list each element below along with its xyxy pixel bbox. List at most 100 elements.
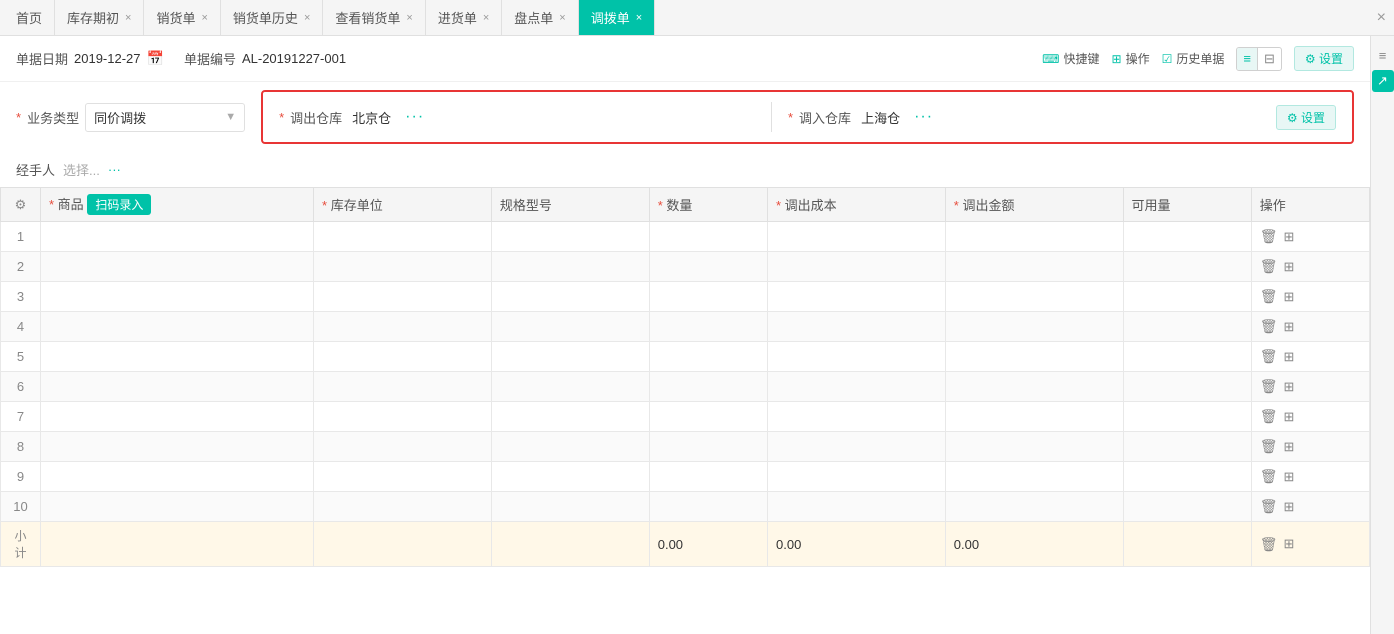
tab-bar: 首页 库存期初 × 销货单 × 销货单历史 × 查看销货单 × 进货单 × 盘点… xyxy=(0,0,1394,36)
table-row: 1 🗑 ⊞ xyxy=(1,222,1370,252)
copy-row-button-9[interactable]: ⊞ xyxy=(1283,469,1294,485)
scan-button[interactable]: 扫码录入 xyxy=(87,194,151,215)
warehouse-settings-gear-icon: ⚙ xyxy=(1287,111,1298,125)
tab-close-purchase[interactable]: × xyxy=(483,12,489,24)
goods-label: 商品 xyxy=(58,197,84,212)
tab-close-sales-history[interactable]: × xyxy=(304,12,310,24)
operation-label: 操作 xyxy=(1260,198,1286,213)
delete-row-button-5[interactable]: 🗑 xyxy=(1260,348,1278,365)
shortcuts-button[interactable]: ⌨ 快捷键 xyxy=(1042,50,1099,67)
copy-row-button-5[interactable]: ⊞ xyxy=(1283,349,1294,365)
copy-row-button-8[interactable]: ⊞ xyxy=(1283,439,1294,455)
tab-inventory-init[interactable]: 库存期初 × xyxy=(55,0,144,35)
operation-cell-9: 🗑 ⊞ xyxy=(1251,462,1369,492)
right-sidebar: ≡ ↗ xyxy=(1370,36,1394,634)
goods-cell-6[interactable] xyxy=(41,372,314,402)
unit-cell-4 xyxy=(314,312,492,342)
delete-row-button-2[interactable]: 🗑 xyxy=(1260,258,1278,275)
tab-inventory-check[interactable]: 盘点单 × xyxy=(502,0,578,35)
tab-sales-order[interactable]: 销货单 × xyxy=(144,0,220,35)
out-warehouse-more-button[interactable]: ··· xyxy=(405,108,424,126)
row-num-1: 1 xyxy=(1,222,41,252)
amount-cell-10 xyxy=(945,492,1123,522)
list-view-icon[interactable]: ≡ xyxy=(1237,48,1258,70)
copy-row-button-1[interactable]: ⊞ xyxy=(1283,229,1294,245)
operation-cell-8: 🗑 ⊞ xyxy=(1251,432,1369,462)
copy-row-button-4[interactable]: ⊞ xyxy=(1283,319,1294,335)
content-wrapper: 单据日期 2019-12-27 📅 单据编号 AL-20191227-001 ⌨… xyxy=(0,36,1370,634)
delete-row-button-10[interactable]: 🗑 xyxy=(1260,498,1278,515)
header-actions: ⌨ 快捷键 ⊞ 操作 ☑ 历史单据 ≡ ⊟ ⚙ 设置 xyxy=(1042,46,1354,71)
tab-close-inventory-init[interactable]: × xyxy=(125,12,131,24)
column-gear[interactable]: ⚙ xyxy=(1,188,41,222)
cost-cell-4 xyxy=(768,312,946,342)
goods-cell-3[interactable] xyxy=(41,282,314,312)
warehouse-settings-button[interactable]: ⚙ 设置 xyxy=(1276,105,1336,130)
operations-button[interactable]: ⊞ 操作 xyxy=(1112,50,1150,67)
tab-purchase[interactable]: 进货单 × xyxy=(426,0,502,35)
dropdown-arrow-icon: ▼ xyxy=(225,111,236,123)
tab-close-inventory-check[interactable]: × xyxy=(559,12,565,24)
business-type-label: 业务类型 xyxy=(27,108,79,127)
tab-transfer[interactable]: 调拨单 × xyxy=(579,0,655,35)
unit-label: 库存单位 xyxy=(331,198,383,213)
person-select[interactable]: 选择... xyxy=(63,160,100,179)
unit-cell-2 xyxy=(314,252,492,282)
subtotal-quantity-cell: 0.00 xyxy=(649,522,767,567)
delete-row-button-4[interactable]: 🗑 xyxy=(1260,318,1278,335)
column-amount: * 调出金额 xyxy=(945,188,1123,222)
goods-cell-9[interactable] xyxy=(41,462,314,492)
person-more-button[interactable]: ··· xyxy=(108,162,121,177)
in-warehouse-more-button[interactable]: ··· xyxy=(914,108,933,126)
spec-cell-6 xyxy=(491,372,649,402)
out-warehouse-required: * xyxy=(279,110,284,125)
goods-cell-5[interactable] xyxy=(41,342,314,372)
goods-cell-4[interactable] xyxy=(41,312,314,342)
business-type-select[interactable]: 同价调拨 ▼ xyxy=(85,103,245,132)
table-row: 5 🗑 ⊞ xyxy=(1,342,1370,372)
sidebar-list-icon[interactable]: ≡ xyxy=(1372,44,1394,66)
goods-cell-1[interactable] xyxy=(41,222,314,252)
copy-row-button-6[interactable]: ⊞ xyxy=(1283,379,1294,395)
tab-home[interactable]: 首页 xyxy=(4,0,55,35)
tab-sales-history[interactable]: 销货单历史 × xyxy=(221,0,323,35)
tab-close-sales-order[interactable]: × xyxy=(201,12,207,24)
copy-row-button-10[interactable]: ⊞ xyxy=(1283,499,1294,515)
tab-view-sales[interactable]: 查看销货单 × xyxy=(323,0,425,35)
operation-cell-5: 🗑 ⊞ xyxy=(1251,342,1369,372)
in-warehouse-label: 调入仓库 xyxy=(799,108,851,127)
delete-row-button-6[interactable]: 🗑 xyxy=(1260,378,1278,395)
delete-row-button-11[interactable]: 🗑 xyxy=(1260,536,1278,553)
sidebar-expand-icon[interactable]: ↗ xyxy=(1372,70,1394,92)
goods-cell-2[interactable] xyxy=(41,252,314,282)
operations-label: 操作 xyxy=(1126,50,1150,67)
settings-button[interactable]: ⚙ 设置 xyxy=(1294,46,1354,71)
window-close-button[interactable]: × xyxy=(1377,9,1386,27)
grid-view-icon[interactable]: ⊟ xyxy=(1258,48,1281,70)
copy-row-button-11[interactable]: ⊞ xyxy=(1283,536,1294,552)
calendar-icon[interactable]: 📅 xyxy=(147,50,164,67)
row-num-6: 6 xyxy=(1,372,41,402)
delete-row-button-8[interactable]: 🗑 xyxy=(1260,438,1278,455)
tab-close-transfer[interactable]: × xyxy=(636,12,642,24)
tab-close-view-sales[interactable]: × xyxy=(406,12,412,24)
copy-row-button-7[interactable]: ⊞ xyxy=(1283,409,1294,425)
amount-cell-8 xyxy=(945,432,1123,462)
delete-row-button-3[interactable]: 🗑 xyxy=(1260,288,1278,305)
available-cell-4 xyxy=(1123,312,1251,342)
goods-cell-8[interactable] xyxy=(41,432,314,462)
quantity-cell-8 xyxy=(649,432,767,462)
delete-row-button-7[interactable]: 🗑 xyxy=(1260,408,1278,425)
copy-row-button-2[interactable]: ⊞ xyxy=(1283,259,1294,275)
cost-cell-6 xyxy=(768,372,946,402)
goods-cell-10[interactable] xyxy=(41,492,314,522)
goods-cell-7[interactable] xyxy=(41,402,314,432)
amount-cell-2 xyxy=(945,252,1123,282)
copy-row-button-3[interactable]: ⊞ xyxy=(1283,289,1294,305)
delete-row-button-9[interactable]: 🗑 xyxy=(1260,468,1278,485)
row-num-10: 10 xyxy=(1,492,41,522)
amount-cell-5 xyxy=(945,342,1123,372)
history-button[interactable]: ☑ 历史单据 xyxy=(1162,50,1225,67)
delete-row-button-1[interactable]: 🗑 xyxy=(1260,228,1278,245)
out-warehouse-label: 调出仓库 xyxy=(290,108,342,127)
